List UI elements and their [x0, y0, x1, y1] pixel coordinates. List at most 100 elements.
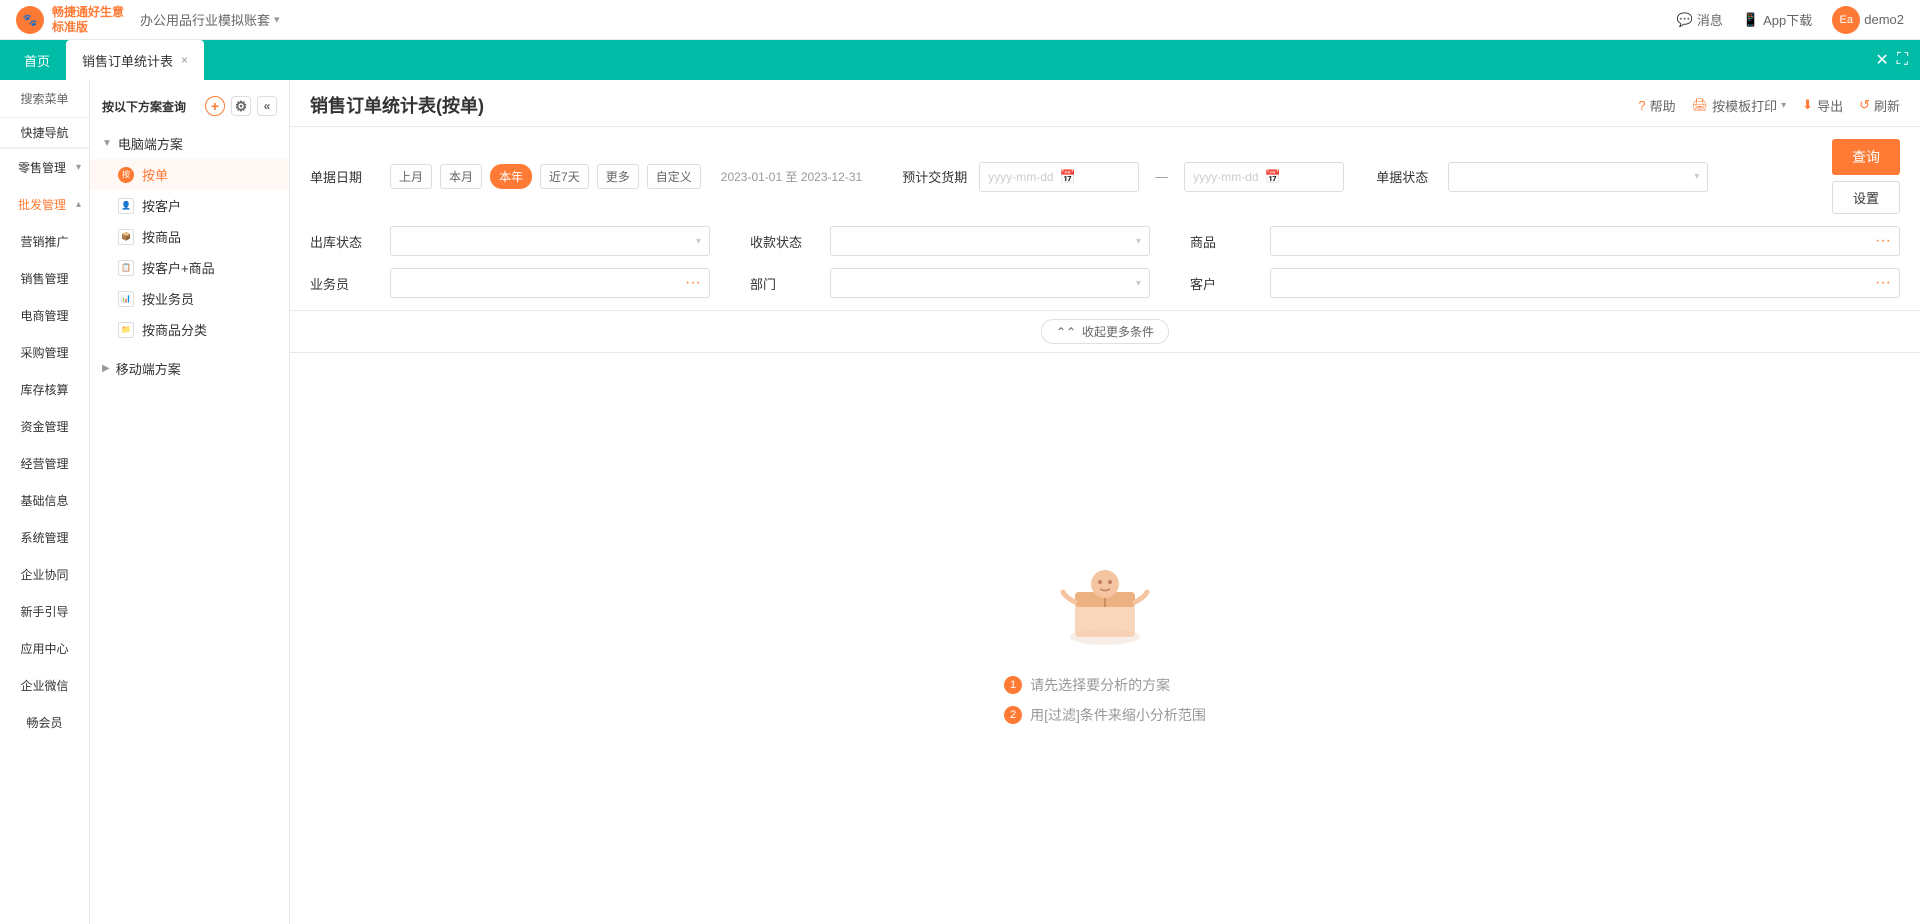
help-button[interactable]: ? 帮助 [1638, 96, 1675, 115]
sidebar-item-enterprise[interactable]: 企业协同 [0, 556, 89, 593]
sidebar-item-member[interactable]: 畅会员 [0, 704, 89, 741]
payment-arrow: ▾ [1136, 236, 1141, 247]
status-select[interactable]: ▾ [1448, 162, 1708, 192]
department-label: 部门 [750, 274, 810, 293]
maximize-icon[interactable]: ⛶ [1897, 51, 1908, 69]
sidebar-item-retail[interactable]: 零售管理 ▾ [0, 149, 89, 186]
date-btn-last-month[interactable]: 上月 [390, 164, 432, 189]
pc-scheme-group: ▼ 电脑端方案 按 按单 👤 按客户 📦 [90, 124, 289, 349]
tab-home[interactable]: 首页 [8, 40, 66, 80]
sidebar-item-wholesale[interactable]: 批发管理 ▴ [0, 186, 89, 223]
add-scheme-button[interactable]: + [205, 96, 225, 116]
date-btn-more[interactable]: 更多 [597, 164, 639, 189]
sidebar-search[interactable]: 搜索菜单 [0, 80, 89, 118]
date-btn-7days[interactable]: 近7天 [540, 164, 589, 189]
scheme-icon-order: 按 [118, 167, 134, 183]
sidebar-item-system[interactable]: 系统管理 [0, 519, 89, 556]
tab-close-icon[interactable]: × [181, 53, 188, 67]
scheme-item-by-customer[interactable]: 👤 按客户 [90, 190, 289, 221]
filter-row-1: 单据日期 上月 本月 本年 近7天 更多 自定义 2023-01-01 至 20… [310, 139, 1900, 214]
page-title: 销售订单统计表(按单) [310, 92, 484, 118]
user-menu[interactable]: Ea demo2 [1832, 6, 1904, 34]
date-buttons: 上月 本月 本年 近7天 更多 自定义 [390, 164, 701, 189]
sidebar-item-appstore[interactable]: 应用中心 [0, 630, 89, 667]
tab-bar: 首页 销售订单统计表 × ✕ ⛶ [0, 40, 1920, 80]
filter-row-3: 业务员 ··· 部门 ▾ 客户 ··· [310, 268, 1900, 298]
department-select[interactable]: ▾ [830, 268, 1150, 298]
salesperson-label: 业务员 [310, 274, 370, 293]
close-window-icon[interactable]: ✕ [1875, 50, 1888, 70]
goods-input[interactable]: ··· [1270, 226, 1900, 256]
avatar: Ea [1832, 6, 1860, 34]
filter-row-2: 出库状态 ▾ 收款状态 ▾ 商品 ··· [310, 226, 1900, 256]
page-header-actions: ? 帮助 🖨 按模板打印 ▾ ⬇ 导出 ↺ 刷新 [1638, 96, 1900, 115]
sidebar-item-purchase[interactable]: 采购管理 [0, 334, 89, 371]
calendar-icon-start: 📅 [1060, 169, 1076, 185]
logo-icon: 🐾 [16, 6, 44, 34]
message-button[interactable]: 💬 消息 [1677, 10, 1723, 29]
payment-label: 收款状态 [750, 232, 810, 251]
print-icon: 🖨 [1692, 97, 1709, 113]
scheme-icon-customer-goods: 📋 [118, 260, 134, 276]
refresh-button[interactable]: ↺ 刷新 [1859, 96, 1900, 115]
query-button[interactable]: 查询 [1832, 139, 1900, 175]
sidebar-item-inventory[interactable]: 库存核算 [0, 371, 89, 408]
expected-date-start[interactable]: yyyy-mm-dd 📅 [979, 162, 1139, 192]
dropdown-icon[interactable]: ▾ [274, 13, 280, 26]
date-btn-custom[interactable]: 自定义 [647, 164, 701, 189]
filter-area: 单据日期 上月 本月 本年 近7天 更多 自定义 2023-01-01 至 20… [290, 127, 1920, 311]
top-bar-actions: 💬 消息 📱 App下载 Ea demo2 [1677, 6, 1904, 34]
edit-scheme-button[interactable]: ⚙ [231, 96, 251, 116]
salesperson-dots[interactable]: ··· [685, 274, 701, 292]
sidebar-item-sales[interactable]: 销售管理 [0, 260, 89, 297]
date-btn-this-month[interactable]: 本月 [440, 164, 482, 189]
expected-date-end[interactable]: yyyy-mm-dd 📅 [1184, 162, 1344, 192]
salesperson-input[interactable]: ··· [390, 268, 710, 298]
scheme-item-by-customer-goods[interactable]: 📋 按客户+商品 [90, 252, 289, 283]
sidebar-item-finance[interactable]: 资金管理 [0, 408, 89, 445]
pc-scheme-group-header[interactable]: ▼ 电脑端方案 [90, 128, 289, 159]
status-label: 单据状态 [1376, 167, 1436, 186]
collapse-up-icon: ⌃⌃ [1056, 325, 1076, 339]
scheme-item-by-category[interactable]: 📁 按商品分类 [90, 314, 289, 345]
collapse-button[interactable]: ⌃⌃ 收起更多条件 [1041, 319, 1169, 344]
mobile-scheme-group: ▶ 移动端方案 [90, 349, 289, 388]
customer-input[interactable]: ··· [1270, 268, 1900, 298]
print-dropdown-icon[interactable]: ▾ [1781, 100, 1786, 111]
sidebar-item-wechat[interactable]: 企业微信 [0, 667, 89, 704]
settings-button[interactable]: 设置 [1832, 181, 1900, 214]
tab-sales-order[interactable]: 销售订单统计表 × [66, 40, 204, 80]
export-button[interactable]: ⬇ 导出 [1802, 96, 1843, 115]
logo-text: 畅捷通好生意 标准版 [52, 5, 124, 34]
sidebar-item-basic[interactable]: 基础信息 [0, 482, 89, 519]
scheme-item-by-salesperson[interactable]: 📊 按业务员 [90, 283, 289, 314]
company-title[interactable]: 办公用品行业模拟账套 ▾ [140, 10, 1661, 29]
action-buttons: 查询 设置 [1832, 139, 1900, 214]
customer-dots[interactable]: ··· [1875, 274, 1891, 292]
empty-tip-1: 1 请先选择要分析的方案 [1004, 675, 1206, 695]
sidebar-item-marketing[interactable]: 营销推广 [0, 223, 89, 260]
empty-tips: 1 请先选择要分析的方案 2 用[过滤]条件来缩小分析范围 [1004, 675, 1206, 725]
logo-area: 🐾 畅捷通好生意 标准版 [16, 5, 124, 34]
date-btn-this-year[interactable]: 本年 [490, 164, 532, 189]
scheme-icon-salesperson: 📊 [118, 291, 134, 307]
empty-svg [1045, 552, 1165, 652]
scheme-item-by-goods[interactable]: 📦 按商品 [90, 221, 289, 252]
sidebar-item-ecommerce[interactable]: 电商管理 [0, 297, 89, 334]
print-button[interactable]: 🖨 按模板打印 ▾ [1692, 96, 1787, 115]
scheme-item-by-order[interactable]: 按 按单 [90, 159, 289, 190]
sidebar-item-newbie[interactable]: 新手引导 [0, 593, 89, 630]
refresh-icon: ↺ [1859, 97, 1870, 113]
app-download-button[interactable]: 📱 App下载 [1743, 10, 1812, 29]
collapse-panel-button[interactable]: « [257, 96, 277, 116]
goods-dots[interactable]: ··· [1875, 232, 1891, 250]
mobile-scheme-group-header[interactable]: ▶ 移动端方案 [90, 353, 289, 384]
delivery-select[interactable]: ▾ [390, 226, 710, 256]
sidebar-item-operations[interactable]: 经营管理 [0, 445, 89, 482]
right-content: 销售订单统计表(按单) ? 帮助 🖨 按模板打印 ▾ ⬇ 导出 [290, 80, 1920, 924]
scheme-icon-customer: 👤 [118, 198, 134, 214]
payment-select[interactable]: ▾ [830, 226, 1150, 256]
department-arrow: ▾ [1136, 278, 1141, 289]
sidebar-quick-nav[interactable]: 快捷导航 [0, 118, 89, 148]
query-panel: 按以下方案查询 + ⚙ « ▼ 电脑端方案 [90, 80, 290, 924]
